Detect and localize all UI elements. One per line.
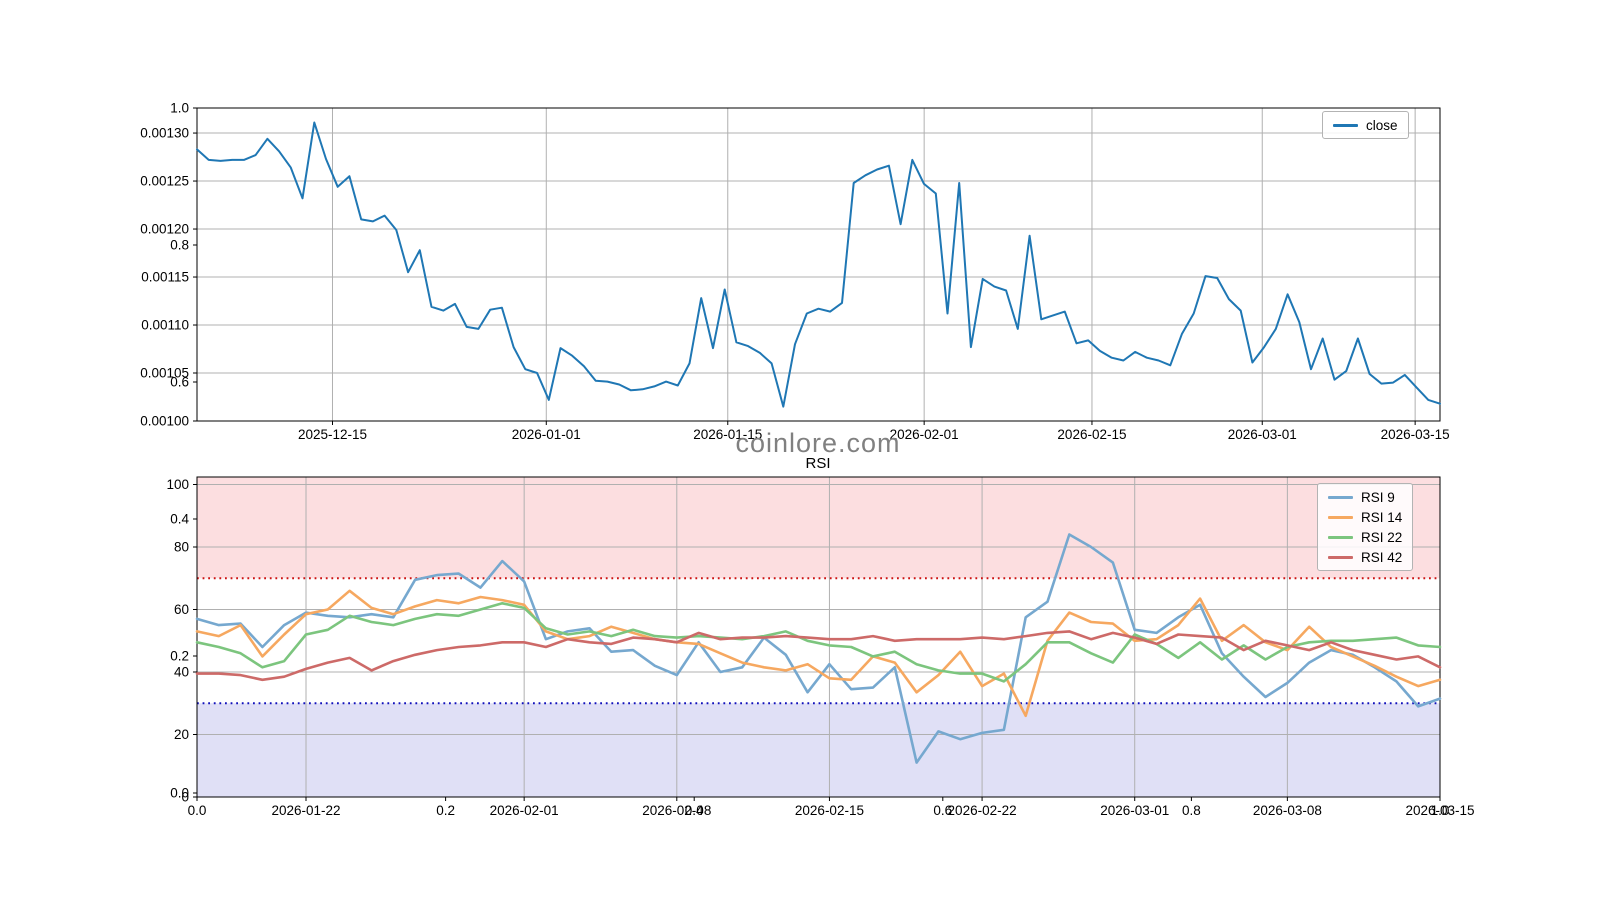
overlay-y-tick-label: 0.0 — [170, 786, 189, 801]
rsi-legend: RSI 9 RSI 14 RSI 22 RSI 42 — [1317, 483, 1414, 571]
rsi-x-tick-label: 2026-02-01 — [490, 803, 559, 818]
rsi-x-tick-label: 2026-02-22 — [948, 803, 1017, 818]
legend-item-rsi14: RSI 14 — [1328, 507, 1402, 527]
legend-item-rsi9: RSI 9 — [1328, 487, 1402, 507]
rsi9-line-sample — [1328, 495, 1353, 499]
legend-item-rsi22: RSI 22 — [1328, 527, 1402, 547]
price-y-tick-label: 0.00110 — [141, 318, 189, 333]
overbought-band — [197, 477, 1440, 579]
rsi-y-tick-label: 60 — [174, 602, 189, 617]
price-y-tick-label: 0.00115 — [141, 270, 189, 285]
rsi-y-tick-label: 20 — [174, 727, 189, 742]
overlay-y-tick-label: 0.8 — [170, 238, 189, 253]
rsi22-line-sample — [1328, 535, 1353, 539]
rsi-x-tick-label: 2026-01-22 — [271, 803, 340, 818]
rsi-y-tick-label: 100 — [166, 477, 189, 492]
legend-label-rsi9: RSI 9 — [1361, 489, 1395, 505]
oversold-band — [197, 703, 1440, 798]
legend-item-close: close — [1333, 114, 1398, 136]
rsi14-line-sample — [1328, 515, 1353, 519]
price-x-tick-label: 2026-02-15 — [1057, 427, 1126, 442]
legend-label-rsi14: RSI 14 — [1361, 509, 1403, 525]
overlay-x-tick-label: 0.6 — [933, 803, 952, 818]
rsi-x-tick-label: 2026-02-15 — [795, 803, 864, 818]
price-plot-border — [196, 107, 1441, 422]
overlay-y-tick-label: 0.4 — [170, 512, 189, 527]
legend-label-rsi22: RSI 22 — [1361, 529, 1403, 545]
overlay-y-tick-label: 1.0 — [170, 101, 189, 116]
rsi-chart-title: RSI — [805, 455, 831, 472]
overlay-x-tick-label: 0.2 — [436, 803, 455, 818]
figure: 0.00100 0.00105 0.00110 0.00115 0.00120 0.001… — [0, 0, 1600, 900]
rsi-x-tick-label: 2026-03-01 — [1100, 803, 1169, 818]
overlay-y-tick-label: 0.2 — [170, 649, 189, 664]
legend-item-rsi42: RSI 42 — [1328, 547, 1402, 567]
price-x-tick-label: 2025-12-15 — [298, 427, 367, 442]
rsi-y-tick-label: 80 — [174, 540, 189, 555]
overlay-y-tick-label: 0.6 — [170, 375, 189, 390]
price-y-tick-label: 0.00125 — [140, 174, 189, 189]
price-y-tick-label: 0.00130 — [140, 126, 189, 141]
overlay-x-tick-label: 0.8 — [1182, 803, 1201, 818]
overlay-x-tick-label: 0.4 — [685, 803, 704, 818]
rsi-y-tick-label: 40 — [174, 665, 189, 680]
overlay-x-tick-label: 0.0 — [188, 803, 207, 818]
price-y-tick-label: 0.00100 — [140, 414, 189, 429]
overlay-x-tick-label: 1.0 — [1431, 803, 1450, 818]
close-line-sample — [1333, 123, 1358, 127]
price-legend: close — [1322, 111, 1409, 139]
price-x-tick-label: 2026-03-01 — [1228, 427, 1297, 442]
legend-label-close: close — [1366, 117, 1398, 133]
legend-label-rsi42: RSI 42 — [1361, 549, 1403, 565]
rsi-x-tick-label: 2026-03-08 — [1253, 803, 1322, 818]
price-x-tick-label: 2026-01-01 — [512, 427, 581, 442]
close-line — [196, 121, 1441, 408]
price-x-tick-label: 2026-03-15 — [1381, 427, 1450, 442]
rsi42-line-sample — [1328, 555, 1353, 559]
price-y-tick-label: 0.00120 — [140, 222, 189, 237]
